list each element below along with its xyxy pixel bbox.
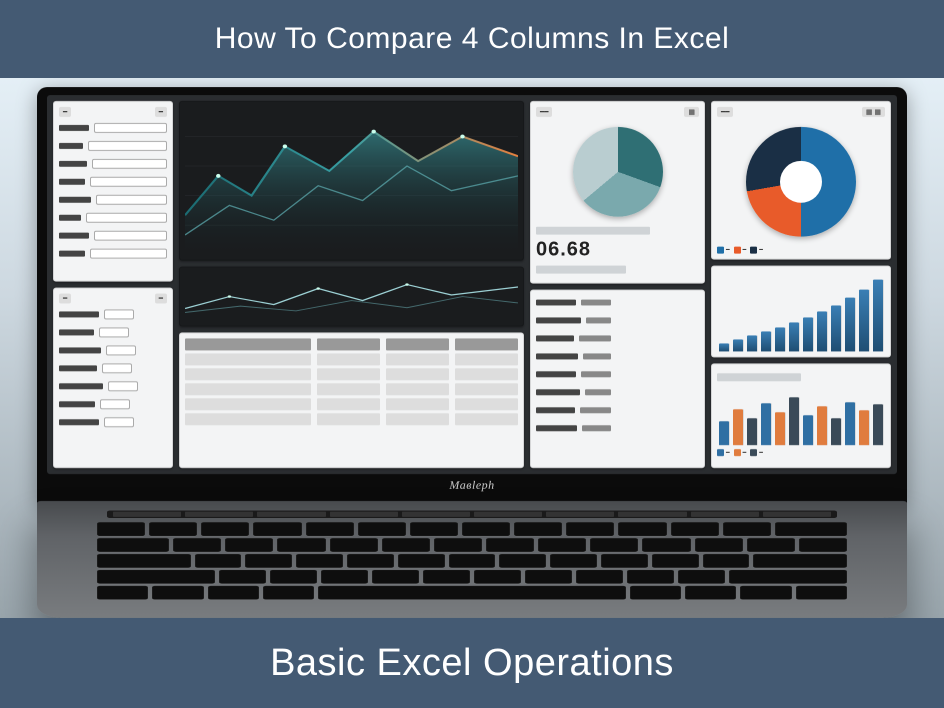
bottom-title-banner: Basic Excel Operations [0, 618, 944, 708]
bottom-title-text: Basic Excel Operations [270, 642, 674, 684]
bar-chart-icon [717, 272, 885, 352]
stats-list-panel [530, 290, 705, 469]
right-column-1: ━━▦ 06.68 [530, 101, 705, 468]
keyboard [97, 522, 847, 599]
panel-header: ━━ [59, 294, 167, 304]
growing-bars-panel [711, 266, 891, 358]
laptop-brand-logo: Mавlерh [47, 478, 897, 493]
pie-chart-icon [573, 127, 663, 217]
big-number: 06.68 [536, 239, 699, 262]
touchbar [107, 511, 837, 518]
data-table-panel [179, 332, 524, 468]
laptop-scene: ━━ ━━ [0, 78, 944, 618]
donut-chart-icon [746, 127, 856, 237]
list-panel-top: ━━ [53, 101, 173, 282]
grouped-bars-panel: ━ ━ ━ [711, 363, 891, 468]
screen-bezel: ━━ ━━ [37, 87, 907, 507]
top-title-text: How To Compare 4 Columns In Excel [215, 22, 730, 55]
donut-legend: ━ ━ ━ [717, 247, 885, 254]
grouped-legend: ━ ━ ━ [717, 449, 885, 456]
laptop: ━━ ━━ [37, 86, 907, 618]
donut-panel: ━━▦ ▦ ━ ━ ━ [711, 101, 891, 260]
list-panel-bottom: ━━ [53, 288, 173, 469]
small-line-chart-panel [179, 267, 524, 327]
data-table [185, 338, 518, 425]
laptop-keyboard-deck [37, 501, 907, 618]
pie-small-panel: ━━▦ 06.68 [530, 101, 705, 284]
line-chart-icon [185, 273, 518, 321]
area-chart-icon [185, 107, 518, 255]
right-column-2: ━━▦ ▦ ━ ━ ━ [711, 101, 891, 468]
left-column: ━━ ━━ [53, 101, 173, 468]
grouped-bar-chart-icon [717, 385, 885, 445]
center-column [179, 101, 524, 468]
panel-header: ━━ [59, 107, 167, 117]
top-title-banner: How To Compare 4 Columns In Excel [0, 0, 944, 78]
area-chart-panel [179, 101, 524, 261]
dashboard-screen: ━━ ━━ [47, 95, 897, 474]
